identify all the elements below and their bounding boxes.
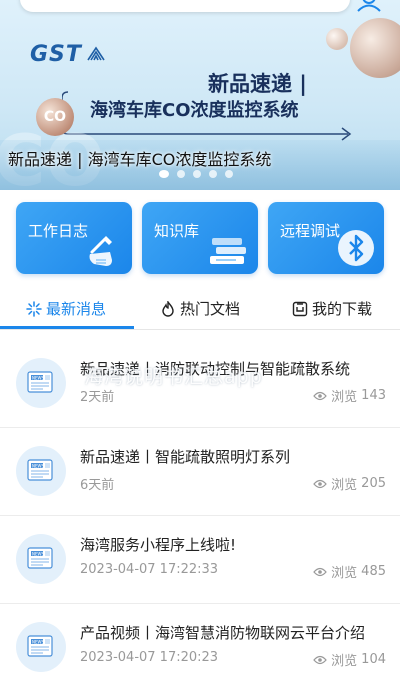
views-label: 浏览: [331, 478, 358, 493]
views-count: 205: [361, 476, 386, 491]
bluetooth-icon: [338, 230, 374, 266]
banner-title-line2: 海湾车库CO浓度监控系统: [90, 100, 299, 121]
banner-caption: 新品速递 | 海湾车库CO浓度监控系统: [8, 150, 272, 169]
eye-icon: [313, 655, 327, 664]
views-count: 485: [361, 564, 386, 579]
search-input[interactable]: [20, 0, 350, 12]
active-tab-indicator: [0, 326, 134, 329]
news-icon: NEWS: [16, 358, 66, 408]
sparkle-icon: [26, 300, 42, 317]
svg-text:NEWS: NEWS: [32, 552, 44, 557]
wrench-hand-icon: [89, 236, 112, 266]
remote-debug-card[interactable]: 远程调试: [268, 202, 384, 274]
card-label: 工作日志: [28, 222, 89, 240]
svg-text:NEWS: NEWS: [32, 464, 44, 469]
watermark: 海湾说明书汇总app: [84, 366, 263, 388]
list-item[interactable]: NEWS 产品视频丨海湾智慧消防物联网云平台介绍 2023-04-07 17:2…: [0, 604, 400, 677]
decorative-sphere-small: [326, 28, 348, 50]
views-label: 浏览: [331, 566, 358, 581]
card-label: 知识库: [154, 222, 200, 240]
list-item[interactable]: NEWS 新品速递丨智能疏散照明灯系列 6天前 浏览 205: [0, 428, 400, 516]
views-count: 143: [361, 388, 386, 403]
news-date: 2023-04-07 17:22:33: [80, 562, 219, 577]
decorative-sphere: [350, 18, 400, 78]
flame-icon: [162, 300, 174, 317]
svg-text:NEWS: NEWS: [32, 376, 44, 381]
co-molecule-icon: CO: [36, 98, 74, 136]
news-views: 浏览 485: [313, 562, 386, 581]
news-icon: NEWS: [16, 534, 66, 584]
carousel-dot[interactable]: [177, 170, 185, 178]
user-icon[interactable]: [356, 0, 382, 12]
eye-icon: [313, 567, 327, 576]
banner-title-line1: 新品速递 |: [208, 72, 307, 96]
banner-carousel[interactable]: GST 新品速递 | 海湾车库CO浓度监控系统 CO CO 新品速递 | 海湾车…: [0, 0, 400, 190]
news-date: 2023-04-07 17:20:23: [80, 650, 219, 665]
tab-label: 最新消息: [46, 300, 107, 318]
views-count: 104: [361, 652, 386, 667]
tab-my-downloads[interactable]: 我的下载: [292, 298, 372, 319]
tab-label: 我的下载: [312, 300, 373, 318]
news-tabs: 最新消息 热门文档 我的下载: [0, 290, 400, 330]
news-icon: NEWS: [16, 446, 66, 496]
carousel-dot[interactable]: [209, 170, 217, 178]
eye-icon: [313, 391, 327, 400]
gst-logo-mark: [87, 46, 105, 61]
news-views: 浏览 143: [313, 386, 386, 405]
tab-label: 热门文档: [180, 300, 241, 318]
download-icon: [292, 301, 308, 316]
tab-latest-news[interactable]: 最新消息: [26, 298, 106, 319]
list-item[interactable]: NEWS 海湾服务小程序上线啦! 2023-04-07 17:22:33 浏览 …: [0, 516, 400, 604]
news-date: 6天前: [80, 478, 115, 493]
eye-icon: [313, 479, 327, 488]
svg-text:NEWS: NEWS: [32, 640, 44, 645]
books-icon: [210, 238, 246, 264]
carousel-dot[interactable]: [193, 170, 201, 178]
views-label: 浏览: [331, 390, 358, 405]
news-icon: NEWS: [16, 622, 66, 672]
carousel-indicators: [159, 170, 233, 178]
work-log-card[interactable]: 工作日志: [16, 202, 132, 274]
card-label: 远程调试: [280, 222, 341, 240]
gst-logo: GST: [30, 42, 82, 67]
carousel-dot[interactable]: [225, 170, 233, 178]
news-title: 海湾服务小程序上线啦!: [80, 536, 237, 554]
news-title: 新品速递丨智能疏散照明灯系列: [80, 448, 291, 466]
knowledge-base-card[interactable]: 知识库: [142, 202, 258, 274]
news-views: 浏览 104: [313, 650, 386, 669]
carousel-dot[interactable]: [159, 170, 169, 178]
news-title: 产品视频丨海湾智慧消防物联网云平台介绍: [80, 624, 366, 642]
news-views: 浏览 205: [313, 474, 386, 493]
views-label: 浏览: [331, 654, 358, 669]
tab-hot-docs[interactable]: 热门文档: [160, 298, 240, 319]
